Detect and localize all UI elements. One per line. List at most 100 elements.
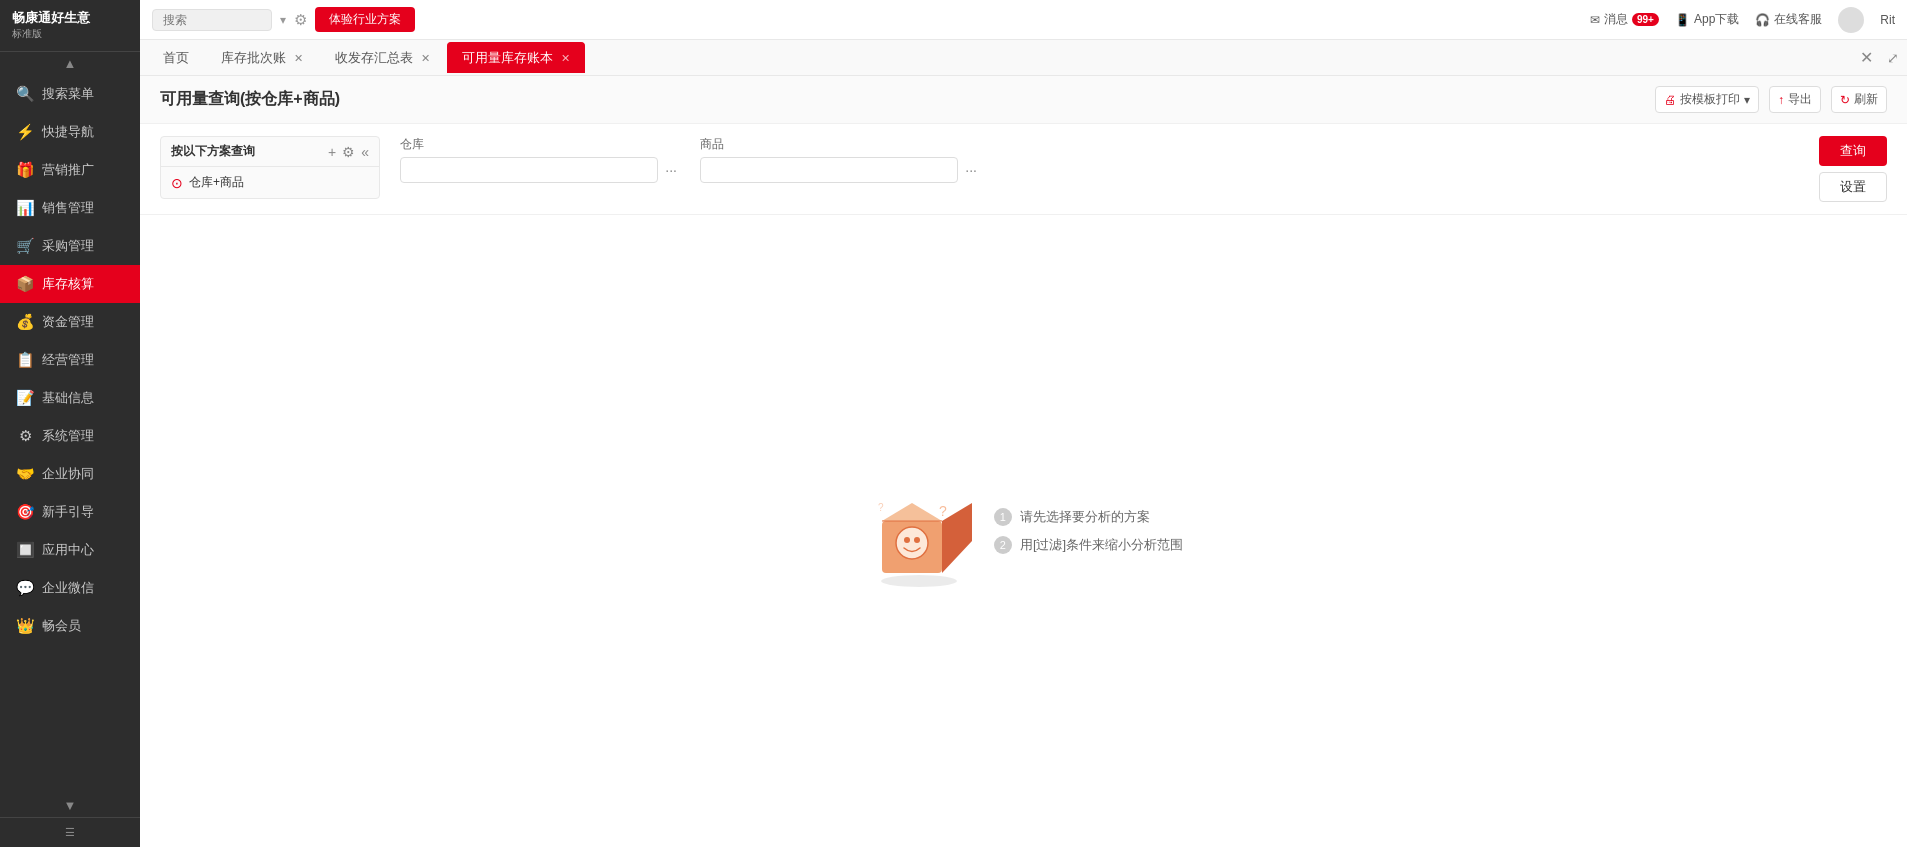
search-input[interactable] [152,9,272,31]
sidebar-item-operations[interactable]: 📋 经营管理 [0,341,140,379]
add-scheme-btn[interactable]: + [328,144,336,160]
product-field: 商品 ··· [700,136,980,183]
sidebar-label-appcenter: 应用中心 [42,541,94,559]
sidebar-label-sales: 销售管理 [42,199,94,217]
marketing-icon: 🎁 [16,161,34,179]
sidebar-item-shortcut[interactable]: ⚡ 快捷导航 [0,113,140,151]
svg-text:?: ? [939,503,947,519]
tab-home[interactable]: 首页 [148,42,204,73]
sidebar-scroll-down[interactable]: ▼ [0,794,140,817]
tab-batch[interactable]: 库存批次账✕ [206,42,318,73]
sidebar-label-marketing: 营销推广 [42,161,94,179]
topbar-right: ✉ 消息 99+ 📱 App下载 🎧 在线客服 Rit [1590,7,1895,33]
print-label: 按模板打印 [1680,91,1740,108]
corpwechat-icon: 💬 [16,579,34,597]
svg-text:?: ? [878,502,884,513]
sidebar-label-corpwechat: 企业微信 [42,579,94,597]
sidebar-item-basicinfo[interactable]: 📝基础信息 [0,379,140,417]
scheme-panel-title: 按以下方案查询 [171,143,255,160]
scheme-panel: 按以下方案查询 + ⚙ « ⊙仓库+商品 [160,136,380,199]
expand-btn[interactable]: ⤢ [1887,50,1899,66]
sidebar-label-operations: 经营管理 [42,351,94,369]
appcenter-icon: 🔲 [16,541,34,559]
svg-point-0 [881,575,957,587]
cooperation-icon: 🤝 [16,465,34,483]
close-tab-btn[interactable]: ✕ [1854,46,1879,69]
product-input[interactable] [700,157,958,183]
tab-close-batch[interactable]: ✕ [294,52,303,65]
sidebar-label-system: 系统管理 [42,427,94,445]
refresh-label: 刷新 [1854,91,1878,108]
print-icon: 🖨 [1664,93,1676,107]
sidebar-label-newuser: 新手引导 [42,503,94,521]
tab-available[interactable]: 可用量库存账本✕ [447,42,585,73]
sidebar-label-search: 搜索菜单 [42,85,94,103]
svg-marker-2 [882,503,942,521]
tab-close-summary[interactable]: ✕ [421,52,430,65]
sidebar-item-purchase[interactable]: 🛒采购管理 [0,227,140,265]
app-download-btn[interactable]: 📱 App下载 [1675,11,1739,28]
industry-btn[interactable]: 体验行业方案 [315,7,415,32]
tab-label-home: 首页 [163,49,189,67]
sidebar-item-inventory[interactable]: 📦库存核算 [0,265,140,303]
operations-icon: 📋 [16,351,34,369]
sidebar-item-finance[interactable]: 💰资金管理 [0,303,140,341]
tip-text-1: 请先选择要分析的方案 [1020,508,1150,526]
basicinfo-icon: 📝 [16,389,34,407]
query-btn[interactable]: 查询 [1819,136,1887,166]
sidebar-nav: 🔍搜索菜单 ⚡ 快捷导航 🎁 营销推广 📊销售管理🛒采购管理📦库存核算💰资金管理 📋 经营管理… [0,75,140,794]
query-settings-btn[interactable]: 设置 [1819,172,1887,202]
export-btn[interactable]: ↑ 导出 [1769,86,1821,113]
empty-svg: ? ? [864,481,974,591]
scheme-item-仓库+商品[interactable]: ⊙仓库+商品 [161,167,379,198]
sidebar-item-newuser[interactable]: 🎯新手引导 [0,493,140,531]
headset-icon: 🎧 [1755,13,1770,27]
sidebar-label-inventory: 库存核算 [42,275,94,293]
svg-point-7 [914,537,920,543]
sidebar-item-search[interactable]: 🔍搜索菜单 [0,75,140,113]
export-icon: ↑ [1778,93,1784,107]
empty-tips: 1 请先选择要分析的方案 2 用[过滤]条件来缩小分析范围 [994,508,1183,554]
sidebar-label-shortcut: 快捷导航 [42,123,94,141]
product-input-row: ··· [700,157,980,183]
tab-summary[interactable]: 收发存汇总表✕ [320,42,445,73]
sidebar-label-member: 畅会员 [42,617,81,635]
sidebar-item-marketing[interactable]: 🎁 营销推广 [0,151,140,189]
sidebar-item-system[interactable]: ⚙系统管理 [0,417,140,455]
tab-close-available[interactable]: ✕ [561,52,570,65]
phone-icon: 📱 [1675,13,1690,27]
refresh-btn[interactable]: ↻ 刷新 [1831,86,1887,113]
sidebar-label-finance: 资金管理 [42,313,94,331]
warehouse-more-btn[interactable]: ··· [662,159,680,181]
product-more-btn[interactable]: ··· [962,159,980,181]
online-service-label: 在线客服 [1774,11,1822,28]
username[interactable]: Rit [1880,13,1895,27]
sidebar-scroll-up[interactable]: ▲ [0,52,140,75]
sidebar-item-appcenter[interactable]: 🔲 应用中心 [0,531,140,569]
sidebar-item-corpwechat[interactable]: 💬 企业微信 [0,569,140,607]
warehouse-input[interactable] [400,157,658,183]
query-area: 按以下方案查询 + ⚙ « ⊙仓库+商品 仓库 ··· [140,124,1907,215]
sidebar-item-sales[interactable]: 📊销售管理 [0,189,140,227]
scheme-settings-btn[interactable]: ⚙ [342,144,355,160]
app-name: 畅康通好生意 [12,10,128,27]
svg-point-6 [904,537,910,543]
sidebar-item-member[interactable]: 👑畅会员 [0,607,140,645]
shortcut-icon: ⚡ [16,123,34,141]
app-version: 标准版 [12,27,128,41]
topbar-settings-icon[interactable]: ⚙ [294,11,307,29]
search-dropdown-icon[interactable]: ▾ [280,13,286,27]
sidebar-label-cooperation: 企业协同 [42,465,94,483]
scheme-panel-actions: + ⚙ « [328,144,369,160]
refresh-icon: ↻ [1840,93,1850,107]
sidebar-item-cooperation[interactable]: 🤝 企业协同 [0,455,140,493]
filter-fields: 仓库 ··· 商品 ··· [380,136,1803,183]
scheme-collapse-btn[interactable]: « [361,144,369,160]
sidebar-logo: 畅康通好生意 标准版 [0,0,140,52]
warehouse-field: 仓库 ··· [400,136,680,183]
online-service-btn[interactable]: 🎧 在线客服 [1755,11,1822,28]
print-btn[interactable]: 🖨 按模板打印 ▾ [1655,86,1759,113]
sidebar-bottom: ☰ [0,817,140,847]
page-content: 可用量查询(按仓库+商品) 🖨 按模板打印 ▾ ↑ 导出 ↻ 刷新 [140,76,1907,847]
message-btn[interactable]: ✉ 消息 99+ [1590,11,1659,28]
